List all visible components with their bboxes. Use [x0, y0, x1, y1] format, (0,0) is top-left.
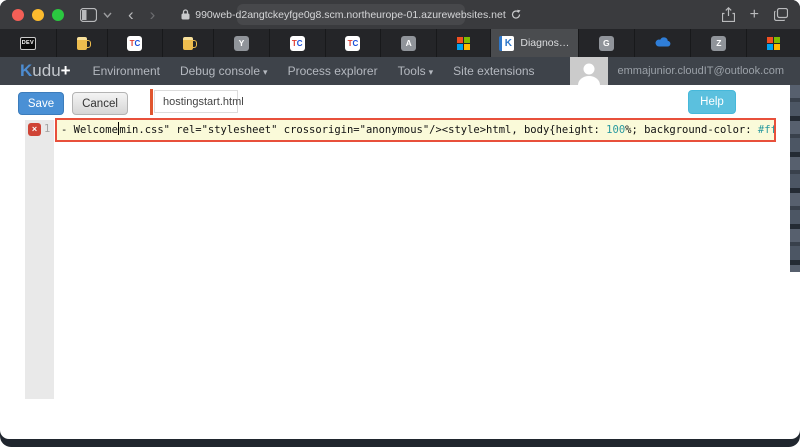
- user-avatar: [569, 57, 608, 85]
- new-tab-button[interactable]: +: [750, 6, 759, 24]
- pinned-tab[interactable]: Y: [214, 29, 270, 57]
- filename-accent-bar: [150, 89, 153, 115]
- nav-item-process-explorer[interactable]: Process explorer: [288, 64, 378, 78]
- beer-favicon: [76, 36, 91, 50]
- user-email: emmajunior.cloudIT@outlook.com: [617, 65, 784, 77]
- code-editor[interactable]: - Welcome min.css" rel="stylesheet" cross…: [55, 118, 776, 142]
- active-code-line[interactable]: - Welcome min.css" rel="stylesheet" cross…: [57, 120, 774, 140]
- share-icon[interactable]: [721, 7, 735, 22]
- active-tab-label: Diagnos…: [520, 37, 570, 49]
- tc-favicon: TC: [127, 35, 143, 51]
- save-button[interactable]: Save: [18, 92, 64, 115]
- pinned-tab[interactable]: G: [579, 29, 635, 57]
- browser-chrome: ‹ › 990web-d2angtckeyfge0g8.scm.northeur…: [0, 0, 800, 29]
- code-text: min.css" rel="stylesheet" crossorigin="a…: [119, 124, 607, 136]
- tc-favicon: TC: [289, 35, 305, 51]
- caret-down-icon: ▾: [428, 67, 434, 77]
- pinned-tab[interactable]: Z: [691, 29, 748, 57]
- pinned-tab[interactable]: [635, 29, 692, 57]
- cancel-button[interactable]: Cancel: [72, 92, 128, 115]
- y-favicon: Y: [233, 35, 249, 51]
- microsoft-favicon: [457, 36, 470, 50]
- code-text: - Welcome: [61, 124, 118, 136]
- zoom-window-button[interactable]: [52, 8, 64, 21]
- nav-item-debug-console[interactable]: Debug console ▾: [180, 64, 268, 78]
- nav-item-tools[interactable]: Tools ▾: [398, 64, 434, 78]
- code-number-token: 100: [606, 124, 626, 136]
- z-favicon: Z: [711, 35, 727, 51]
- line-number: 1: [44, 123, 51, 135]
- close-window-button[interactable]: [12, 8, 24, 21]
- url-text: 990web-d2angtckeyfge0g8.scm.northeurope-…: [195, 8, 506, 21]
- nav-item-site-extensions[interactable]: Site extensions: [453, 64, 534, 78]
- dev-favicon: DEV: [19, 36, 36, 50]
- tab-overview-icon[interactable]: [774, 8, 788, 21]
- reload-icon[interactable]: [511, 9, 521, 20]
- code-text: %; background-color:: [625, 124, 758, 136]
- kudu-navbar: Kudu+ Environment Debug console ▾ Process…: [0, 57, 800, 85]
- back-button[interactable]: ‹: [128, 6, 134, 23]
- help-button[interactable]: Help: [688, 90, 736, 114]
- cloud-favicon: [655, 34, 671, 52]
- minimize-window-button[interactable]: [32, 8, 44, 21]
- pinned-tab[interactable]: [437, 29, 491, 57]
- pinned-tab[interactable]: TC: [326, 29, 382, 57]
- window-controls: [12, 8, 64, 21]
- tab-strip: DEV TC Y TC TC A K Diagnos… G Z: [0, 29, 800, 57]
- pinned-tab[interactable]: [163, 29, 215, 57]
- pinned-tab[interactable]: TC: [270, 29, 326, 57]
- chrome-toolbar-right: +: [721, 0, 788, 29]
- microsoft-favicon: [767, 36, 781, 50]
- lock-icon: [181, 9, 190, 20]
- chevron-down-icon[interactable]: [103, 12, 112, 18]
- editor-page: Save Cancel hostingstart.html Help × 1 -…: [0, 85, 800, 439]
- address-bar[interactable]: 990web-d2angtckeyfge0g8.scm.northeurope-…: [181, 4, 521, 25]
- pinned-tab[interactable]: [57, 29, 108, 57]
- sidebar-toggle-icon[interactable]: [80, 7, 97, 22]
- pinned-tab[interactable]: TC: [108, 29, 164, 57]
- pinned-tab[interactable]: DEV: [0, 29, 57, 57]
- person-icon: [577, 63, 600, 85]
- pinned-tab[interactable]: A: [381, 29, 438, 57]
- nav-item-environment[interactable]: Environment: [93, 64, 160, 78]
- g-favicon: G: [598, 35, 614, 51]
- tc-favicon: TC: [345, 35, 361, 51]
- a-favicon: A: [401, 35, 417, 51]
- code-atom-token: #ffff: [757, 124, 774, 136]
- active-tab-diagnostics[interactable]: K Diagnos…: [490, 29, 579, 57]
- page-edge-artifact: [790, 85, 800, 272]
- editor-gutter: × 1: [25, 120, 54, 399]
- kudu-favicon: K: [499, 35, 515, 51]
- beer-favicon: [183, 36, 198, 50]
- caret-down-icon: ▾: [263, 67, 268, 77]
- pinned-tab[interactable]: [747, 29, 800, 57]
- window-bottom-frame: [0, 439, 800, 447]
- forward-button[interactable]: ›: [150, 6, 156, 23]
- kudu-brand[interactable]: Kudu+: [20, 61, 71, 81]
- error-marker-icon: ×: [28, 123, 41, 136]
- browser-window: ‹ › 990web-d2angtckeyfge0g8.scm.northeur…: [0, 0, 800, 447]
- filename-field: hostingstart.html: [154, 90, 244, 113]
